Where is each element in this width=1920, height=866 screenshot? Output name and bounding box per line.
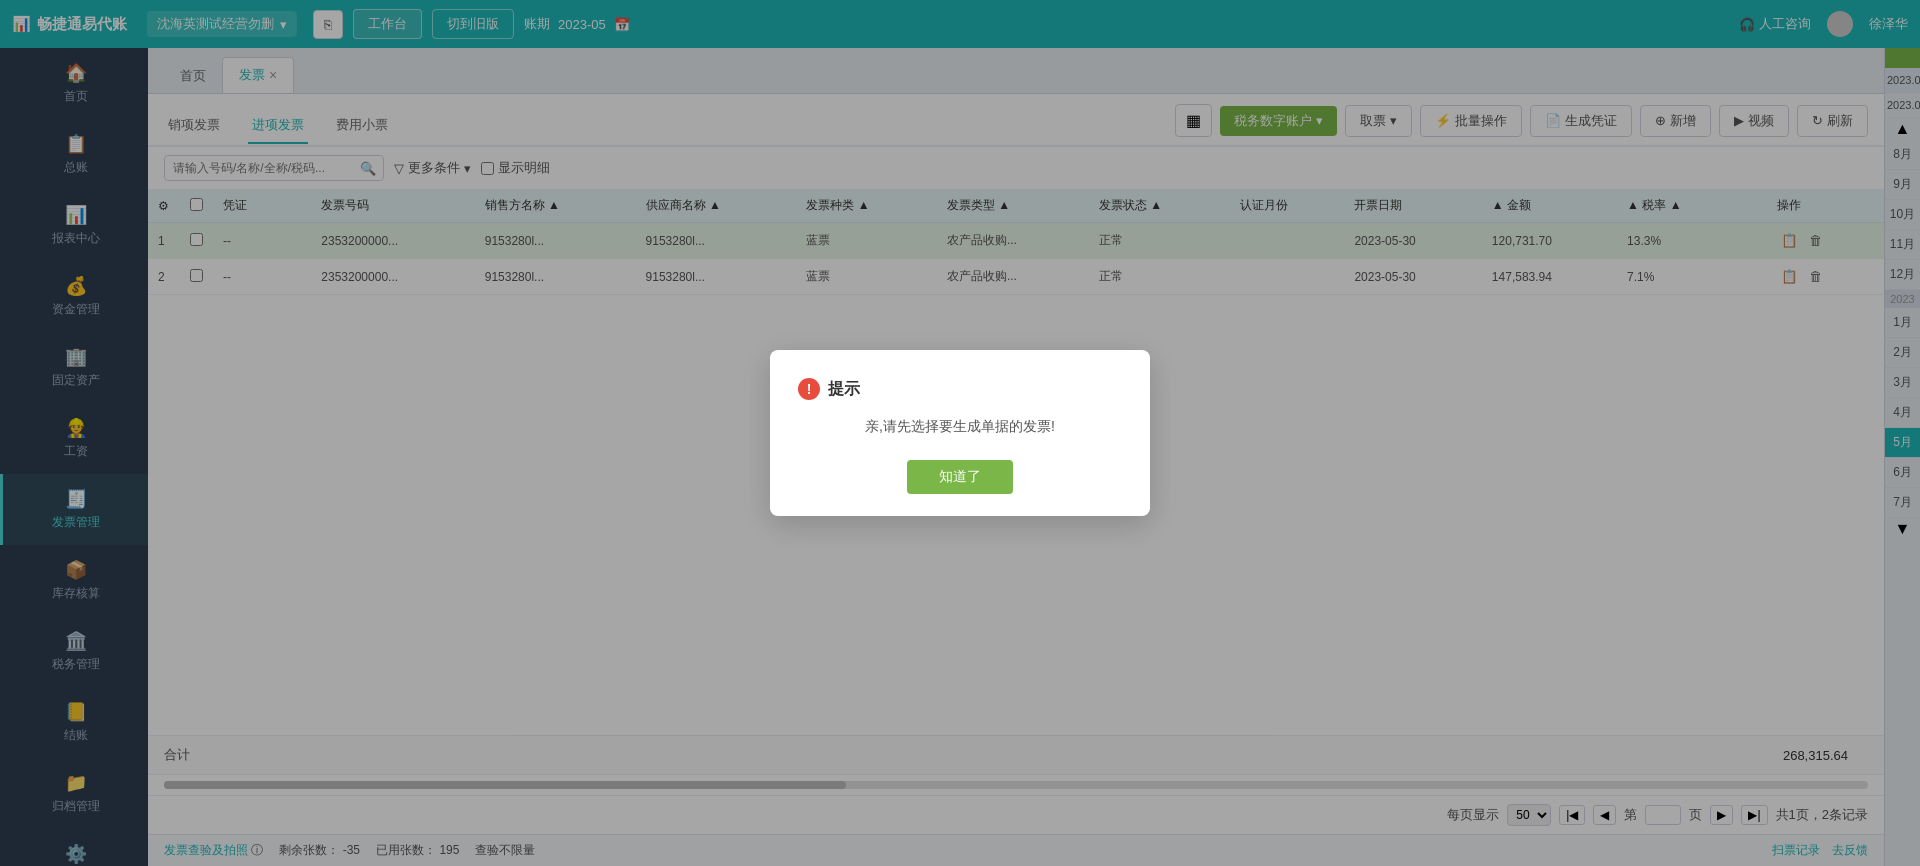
modal-confirm-button[interactable]: 知道了 [907, 460, 1013, 494]
modal-warning-icon: ! [798, 378, 820, 400]
modal-footer: 知道了 [798, 460, 1122, 494]
modal-body: 亲,请先选择要生成单据的发票! [798, 418, 1122, 436]
modal-overlay: ! 提示 亲,请先选择要生成单据的发票! 知道了 [0, 0, 1920, 866]
modal-box: ! 提示 亲,请先选择要生成单据的发票! 知道了 [770, 350, 1150, 516]
modal-title: ! 提示 [798, 378, 1122, 400]
modal-title-text: 提示 [828, 379, 860, 400]
modal-message: 亲,请先选择要生成单据的发票! [865, 418, 1055, 434]
